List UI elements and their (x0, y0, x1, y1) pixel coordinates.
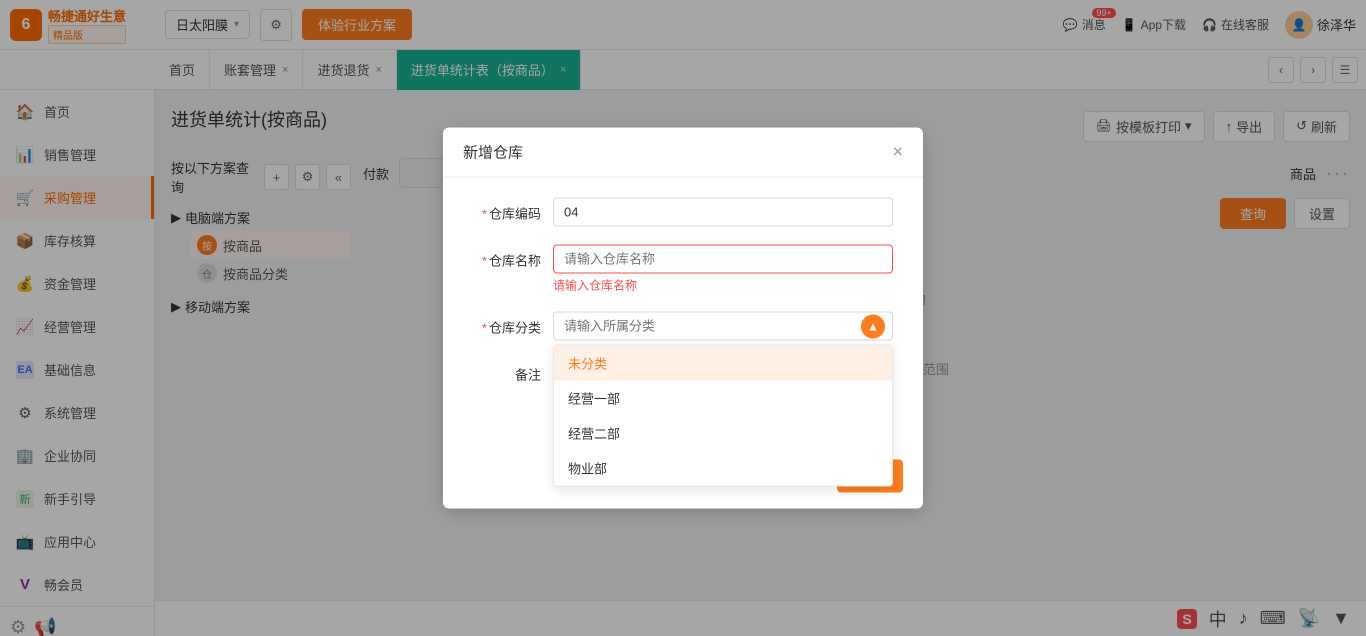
notes-label: 备注 (473, 359, 553, 384)
name-error-msg: 请输入仓库名称 (553, 277, 893, 294)
dropdown-item-0[interactable]: 未分类 (554, 346, 892, 381)
dropdown-item-1[interactable]: 经营一部 (554, 381, 892, 416)
code-input-wrap (553, 198, 893, 227)
form-row-code: *仓库编码 (473, 198, 893, 227)
category-input[interactable] (553, 312, 893, 341)
dropdown-item-2[interactable]: 经营二部 (554, 416, 892, 451)
modal-header: 新增仓库 × (443, 128, 923, 178)
category-input-wrap: ▲ 未分类 经营一部 经营二部 物业部 (553, 312, 893, 341)
form-row-name: *仓库名称 请输入仓库名称 (473, 245, 893, 294)
modal-new-warehouse: 新增仓库 × *仓库编码 *仓库名称 请输入仓库名称 *仓库分类 (443, 128, 923, 509)
code-label: *仓库编码 (473, 198, 553, 223)
dropdown-item-3[interactable]: 物业部 (554, 451, 892, 486)
name-label: *仓库名称 (473, 245, 553, 270)
category-dropdown: 未分类 经营一部 经营二部 物业部 (553, 345, 893, 487)
name-input[interactable] (553, 245, 893, 274)
category-label: *仓库分类 (473, 312, 553, 337)
form-row-category: *仓库分类 ▲ 未分类 经营一部 经营二部 物业部 (473, 312, 893, 341)
code-input[interactable] (553, 198, 893, 227)
name-input-wrap: 请输入仓库名称 (553, 245, 893, 294)
category-dropdown-toggle[interactable]: ▲ (861, 314, 885, 338)
modal-title: 新增仓库 (463, 142, 523, 163)
modal-body: *仓库编码 *仓库名称 请输入仓库名称 *仓库分类 ▲ (443, 178, 923, 450)
modal-close-button[interactable]: × (892, 142, 903, 163)
